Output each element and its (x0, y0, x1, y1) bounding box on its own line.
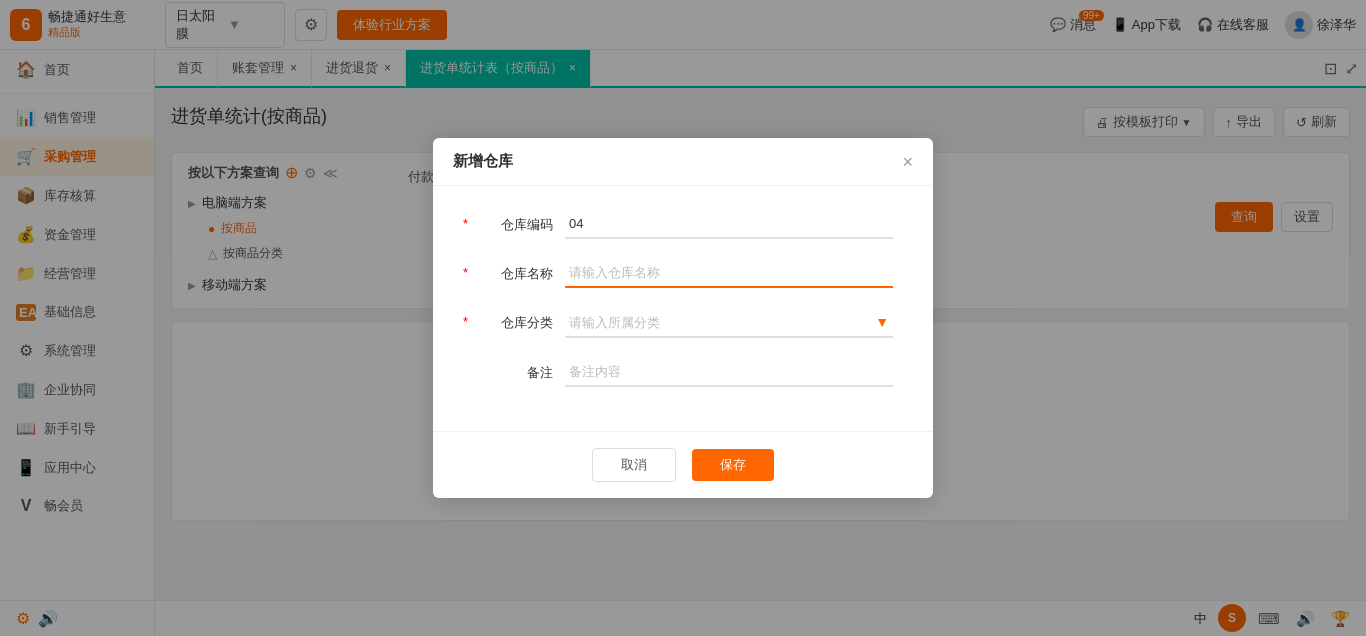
warehouse-category-label: 仓库分类 (473, 314, 553, 332)
modal-title: 新增仓库 (453, 152, 513, 171)
modal-body: 仓库编码 仓库名称 仓库分类 ▼ 备注 (433, 186, 933, 431)
modal-footer: 取消 保存 (433, 431, 933, 498)
warehouse-name-label: 仓库名称 (473, 265, 553, 283)
note-input[interactable] (565, 358, 893, 387)
form-row-category: 仓库分类 ▼ (473, 308, 893, 338)
modal-add-warehouse: 新增仓库 × 仓库编码 仓库名称 仓库分类 ▼ (433, 138, 933, 498)
modal-overlay: 新增仓库 × 仓库编码 仓库名称 仓库分类 ▼ (0, 0, 1366, 636)
warehouse-code-input[interactable] (565, 210, 893, 239)
note-label: 备注 (473, 364, 553, 382)
modal-close-button[interactable]: × (902, 153, 913, 171)
form-row-code: 仓库编码 (473, 210, 893, 239)
warehouse-category-select[interactable]: ▼ (565, 308, 893, 338)
modal-header: 新增仓库 × (433, 138, 933, 186)
save-button[interactable]: 保存 (692, 449, 774, 481)
form-row-name: 仓库名称 (473, 259, 893, 288)
warehouse-name-input[interactable] (565, 259, 893, 288)
form-row-note: 备注 (473, 358, 893, 387)
warehouse-code-label: 仓库编码 (473, 216, 553, 234)
warehouse-category-input[interactable] (569, 315, 875, 330)
cancel-button[interactable]: 取消 (592, 448, 676, 482)
category-dropdown-icon[interactable]: ▼ (875, 314, 889, 330)
